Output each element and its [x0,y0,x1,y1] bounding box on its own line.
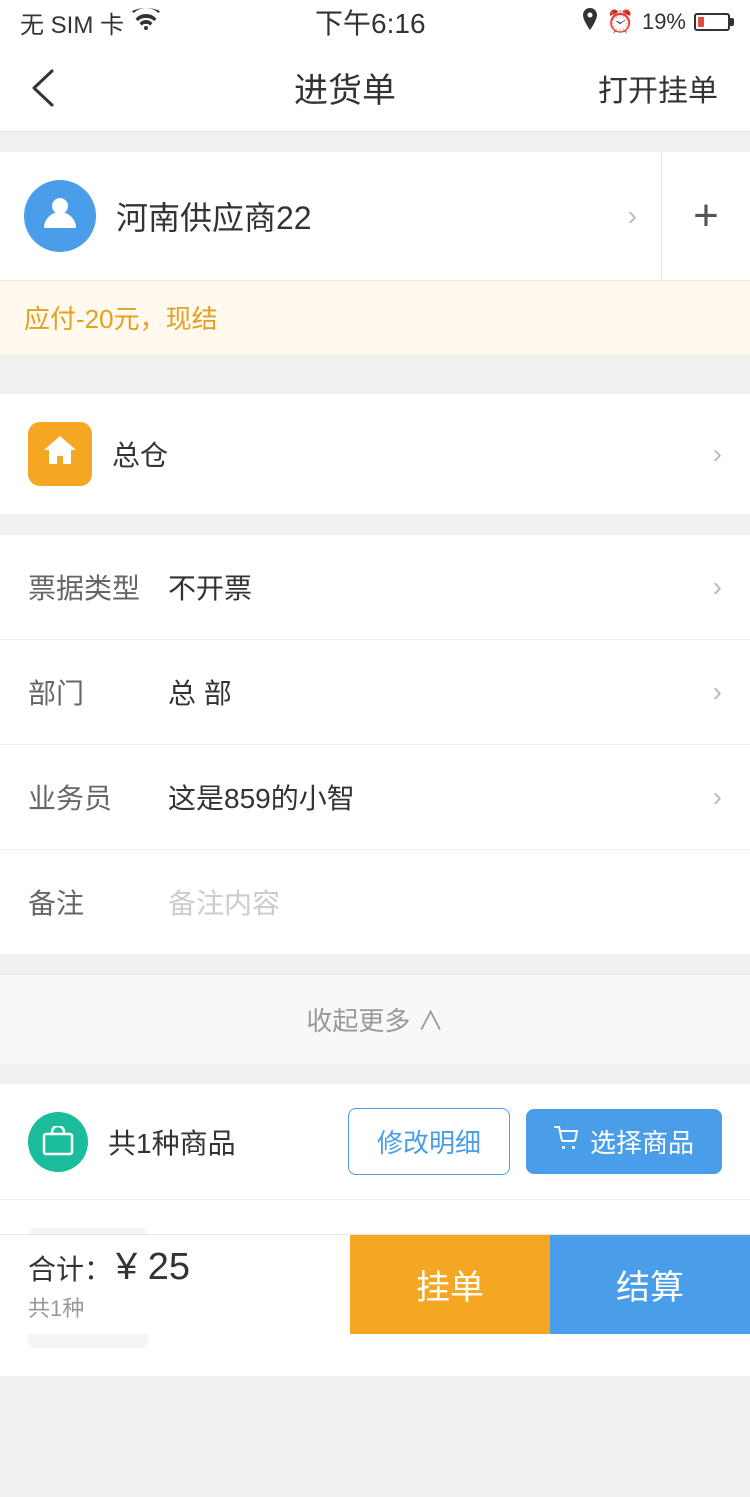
location-icon [581,8,599,36]
carrier-label: 无 SIM 卡 [20,5,124,40]
footer-total: 合计： ¥ 25 共1种 [0,1235,350,1334]
product-count-text: 共1种商品 [108,1122,348,1162]
nav-bar: 进货单 打开挂单 [0,44,750,132]
section-gap-2 [0,354,750,374]
section-gap-1 [0,132,750,152]
open-pending-button[interactable]: 打开挂单 [598,66,718,110]
select-product-label: 选择商品 [590,1123,694,1160]
time-display: 下午6:16 [315,2,426,42]
salesperson-value: 这是859的小智 [168,777,713,817]
collapse-button[interactable]: 收起更多 ∧ [0,974,750,1064]
product-header: 共1种商品 修改明细 选择商品 [0,1084,750,1200]
battery-indicator [694,13,730,31]
hang-order-button[interactable]: 挂单 [350,1235,550,1334]
department-label: 部门 [28,672,168,712]
bottom-padding [0,1377,750,1497]
ticket-type-row[interactable]: 票据类型 不开票 › [0,535,750,640]
wifi-icon [132,8,160,37]
supplier-avatar [24,180,96,252]
total-label: 合计： [28,1248,112,1288]
chevron-right-icon-dept: › [713,676,722,708]
person-icon [42,194,78,239]
status-bar: 无 SIM 卡 下午6:16 ⏰ 19% [0,0,750,44]
settle-button[interactable]: 结算 [550,1235,750,1334]
chevron-right-icon-sales: › [713,781,722,813]
battery-label: 19% [642,9,686,35]
supplier-section: 河南供应商22 › + [0,152,750,280]
warehouse-selector[interactable]: 总仓 › [0,394,750,515]
edit-detail-button[interactable]: 修改明细 [348,1108,510,1175]
add-supplier-button[interactable]: + [662,152,750,280]
remark-label: 备注 [28,882,168,922]
remark-value: 备注内容 [168,882,722,922]
collapse-label: 收起更多 ∧ [306,1001,443,1038]
house-icon [42,432,78,476]
balance-notice: 应付-20元，现结 [0,280,750,354]
form-section: 票据类型 不开票 › 部门 总 部 › 业务员 这是859的小智 › 备注 备注… [0,535,750,954]
total-count: 共1种 [28,1291,322,1323]
select-product-button[interactable]: 选择商品 [526,1109,722,1174]
back-button[interactable] [32,69,92,107]
chevron-right-icon-warehouse: › [713,438,722,470]
warehouse-icon [28,422,92,486]
chevron-right-icon: › [628,200,637,232]
supplier-name: 河南供应商22 [116,193,628,239]
ticket-type-label: 票据类型 [28,567,168,607]
department-value: 总 部 [168,672,713,712]
total-amount: ¥ 25 [116,1246,190,1289]
cart-icon [554,1126,582,1157]
footer: 合计： ¥ 25 共1种 挂单 结算 [0,1234,750,1334]
salesperson-row[interactable]: 业务员 这是859的小智 › [0,745,750,850]
supplier-selector[interactable]: 河南供应商22 › [0,152,662,280]
status-bar-right: ⏰ 19% [581,8,730,36]
page-title: 进货单 [294,63,396,112]
remark-row[interactable]: 备注 备注内容 [0,850,750,954]
warehouse-name: 总仓 [112,434,713,474]
ticket-type-value: 不开票 [168,567,713,607]
alarm-icon: ⏰ [607,9,634,35]
chevron-right-icon-ticket: › [713,571,722,603]
product-header-icon [28,1112,88,1172]
salesperson-label: 业务员 [28,777,168,817]
department-row[interactable]: 部门 总 部 › [0,640,750,745]
status-bar-left: 无 SIM 卡 [20,5,160,40]
